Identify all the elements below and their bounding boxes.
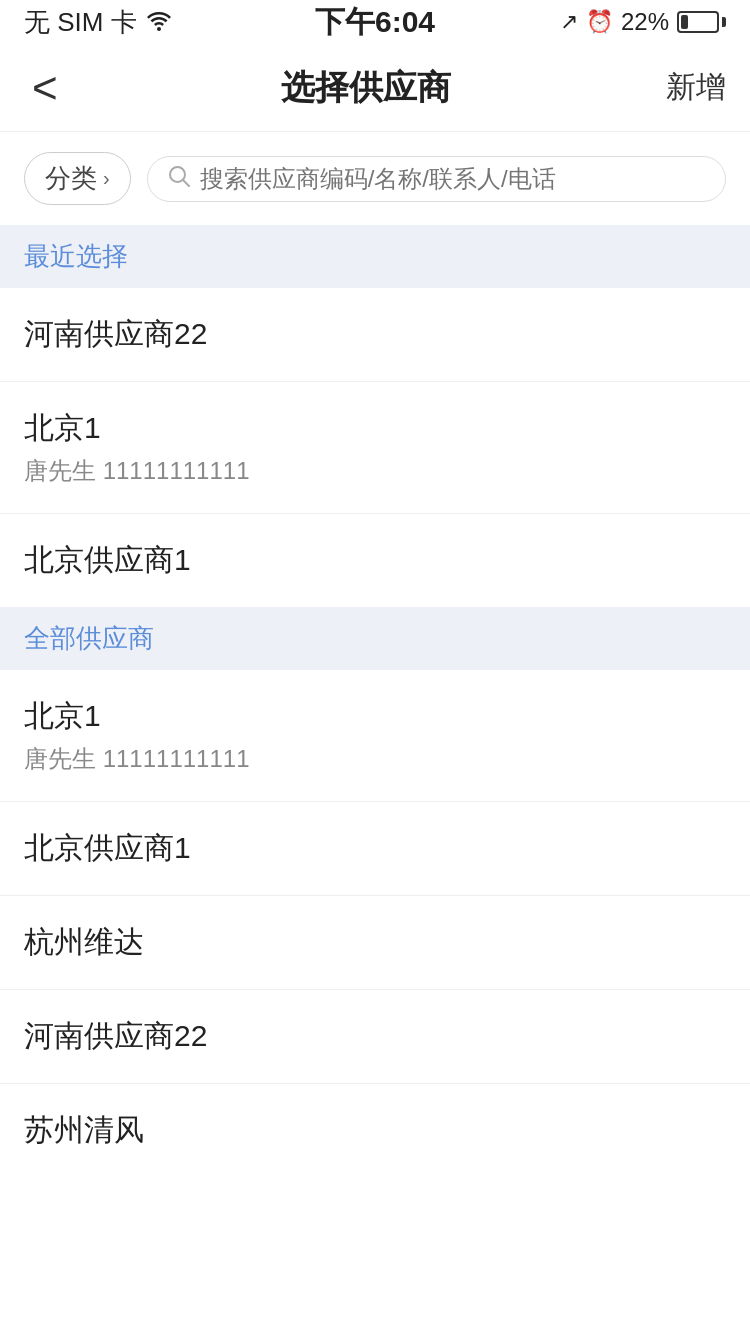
svg-line-1 — [183, 180, 189, 186]
battery-percent: 22% — [621, 8, 669, 36]
add-button[interactable]: 新增 — [666, 67, 726, 108]
all-section-label: 全部供应商 — [24, 623, 154, 653]
list-item[interactable]: 杭州维达 — [0, 896, 750, 990]
item-name: 北京1 — [24, 408, 726, 449]
item-name: 河南供应商22 — [24, 1016, 726, 1057]
wifi-icon — [145, 7, 173, 38]
item-name: 河南供应商22 — [24, 314, 726, 355]
list-item[interactable]: 北京供应商1 — [0, 802, 750, 896]
recent-section-label: 最近选择 — [24, 241, 128, 271]
recent-section-header: 最近选择 — [0, 225, 750, 288]
alarm-icon: ⏰ — [586, 9, 613, 35]
nav-bar: < 选择供应商 新增 — [0, 44, 750, 132]
all-section-header: 全部供应商 — [0, 607, 750, 670]
list-item[interactable]: 北京1 唐先生 11111111111 — [0, 382, 750, 514]
location-icon: ↗ — [560, 9, 578, 35]
status-right: ↗ ⏰ 22% — [560, 8, 726, 36]
item-name: 北京供应商1 — [24, 828, 726, 869]
list-item[interactable]: 河南供应商22 — [0, 990, 750, 1084]
chevron-right-icon: › — [103, 167, 110, 190]
status-time: 下午6:04 — [315, 2, 435, 43]
item-sub: 唐先生 11111111111 — [24, 455, 726, 487]
item-name: 苏州清风 — [24, 1110, 726, 1151]
page-title: 选择供应商 — [281, 65, 451, 111]
item-name: 杭州维达 — [24, 922, 726, 963]
list-item[interactable]: 北京1 唐先生 11111111111 — [0, 670, 750, 802]
status-bar: 无 SIM 卡 下午6:04 ↗ ⏰ 22% — [0, 0, 750, 44]
all-list: 北京1 唐先生 11111111111 北京供应商1 杭州维达 河南供应商22 … — [0, 670, 750, 1177]
list-item[interactable]: 北京供应商1 — [0, 514, 750, 607]
battery-indicator — [677, 11, 726, 33]
list-item[interactable]: 苏州清风 — [0, 1084, 750, 1177]
no-sim-text: 无 SIM 卡 — [24, 5, 137, 40]
item-sub: 唐先生 11111111111 — [24, 743, 726, 775]
search-input[interactable] — [200, 165, 705, 193]
list-item[interactable]: 河南供应商22 — [0, 288, 750, 382]
item-name: 北京供应商1 — [24, 540, 726, 581]
search-box[interactable] — [147, 156, 726, 202]
status-left: 无 SIM 卡 — [24, 5, 173, 40]
item-name: 北京1 — [24, 696, 726, 737]
category-label: 分类 — [45, 161, 97, 196]
category-button[interactable]: 分类 › — [24, 152, 131, 205]
back-button[interactable]: < — [24, 55, 66, 121]
filter-bar: 分类 › — [0, 132, 750, 225]
recent-list: 河南供应商22 北京1 唐先生 11111111111 北京供应商1 — [0, 288, 750, 607]
search-icon — [168, 165, 190, 193]
